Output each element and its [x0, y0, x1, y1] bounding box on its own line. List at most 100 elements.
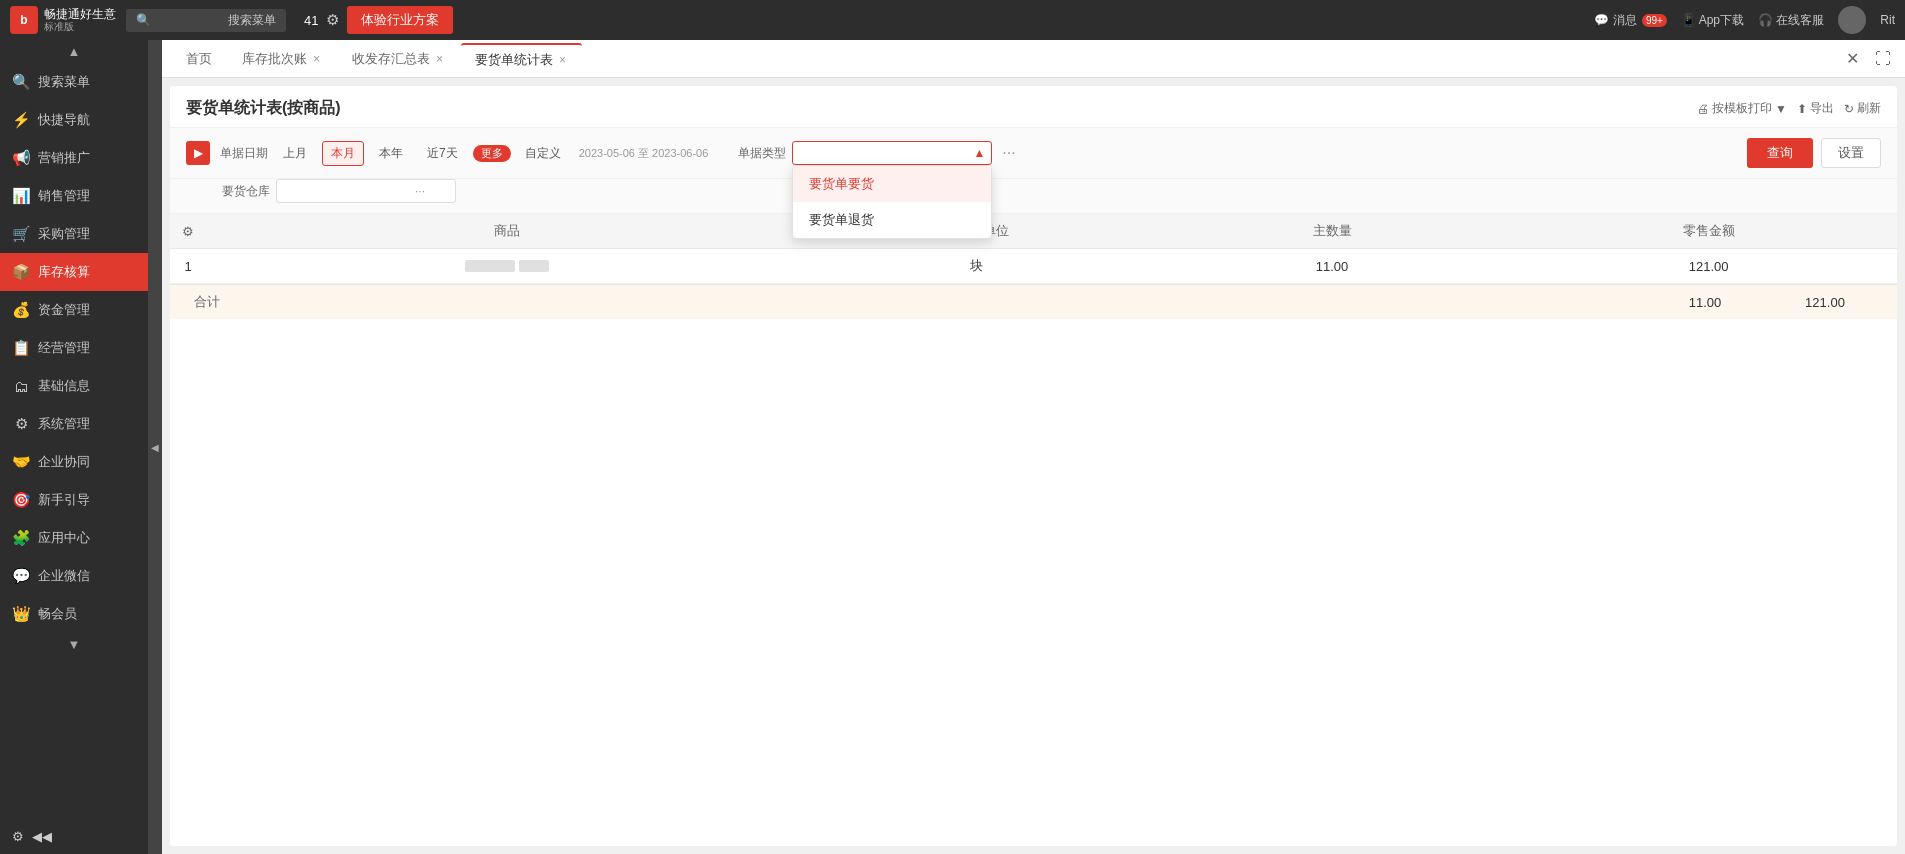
sidebar-item-operations[interactable]: 📋 经营管理 — [0, 329, 148, 367]
tab-receivable-summary-close[interactable]: × — [434, 52, 445, 66]
sidebar-item-label: 企业微信 — [38, 567, 90, 585]
sidebar-item-marketing[interactable]: 📢 营销推广 — [0, 139, 148, 177]
sidebar-item-label: 应用中心 — [38, 529, 90, 547]
marketing-icon: 📢 — [12, 149, 30, 167]
topbar-right: 💬 消息 99+ 📱 App下载 🎧 在线客服 Rit — [1594, 6, 1895, 34]
messages-badge: 99+ — [1642, 14, 1667, 27]
sidebar-item-label: 资金管理 — [38, 301, 90, 319]
download-icon: 📱 — [1681, 13, 1696, 27]
warehouse-more-icon[interactable]: ··· — [415, 184, 425, 198]
sidebar-item-label: 新手引导 — [38, 491, 90, 509]
filter-date-group: 单据日期 上月 本月 本年 近7天 更多 自定义 — [220, 141, 569, 166]
tabs-expand-icon[interactable]: ⛶ — [1871, 50, 1895, 68]
beginner-icon: 🎯 — [12, 491, 30, 509]
appcenter-icon: 🧩 — [12, 529, 30, 547]
dropdown-item-return[interactable]: 要货单退货 — [793, 202, 991, 238]
filter-type-select[interactable]: ▲ — [792, 141, 992, 165]
filter-warehouse-select[interactable]: ··· — [276, 179, 456, 203]
flash-icon: ⚡ — [12, 111, 30, 129]
avatar[interactable] — [1838, 6, 1866, 34]
filter-expand-btn[interactable]: ▶ — [186, 141, 210, 165]
enterprise-icon: 🤝 — [12, 453, 30, 471]
query-button[interactable]: 查询 — [1747, 138, 1813, 168]
sidebar-bottom: ⚙ ◀◀ — [0, 819, 148, 854]
messages-link[interactable]: 💬 消息 99+ — [1594, 12, 1667, 29]
tab-inventory-batch-label: 库存批次账 — [242, 50, 307, 68]
sidebar-item-finance[interactable]: 💰 资金管理 — [0, 291, 148, 329]
tab-receivable-summary[interactable]: 收发存汇总表 × — [338, 44, 459, 74]
content-area: 首页 库存批次账 × 收发存汇总表 × 要货单统计表 × ✕ ⛶ 要 — [162, 40, 1905, 854]
filter-row2: 要货仓库 ··· — [170, 179, 1897, 214]
tabs-bar: 首页 库存批次账 × 收发存汇总表 × 要货单统计表 × ✕ ⛶ — [162, 40, 1905, 78]
headset-icon: 🎧 — [1758, 13, 1773, 27]
settings-button[interactable]: 设置 — [1821, 138, 1881, 168]
filter-warehouse-label: 要货仓库 — [222, 183, 270, 200]
online-service-link[interactable]: 🎧 在线客服 — [1758, 12, 1824, 29]
date-btn-7days[interactable]: 近7天 — [418, 141, 467, 166]
sidebar-scroll-up[interactable]: ▲ — [0, 40, 148, 63]
refresh-link[interactable]: ↻ 刷新 — [1844, 100, 1881, 117]
filter-more-btn[interactable]: ··· — [1002, 144, 1015, 162]
sidebar-item-inventory[interactable]: 📦 库存核算 — [0, 253, 148, 291]
sidebar-item-label: 企业协同 — [38, 453, 90, 471]
sidebar-item-label: 搜索菜单 — [38, 73, 90, 91]
topbar-gear-icon[interactable]: ⚙ — [326, 11, 339, 29]
topbar-search[interactable]: 🔍 搜索菜单 — [126, 9, 286, 32]
dropdown-item-yh[interactable]: 要货单要货 — [793, 166, 991, 202]
sidebar-item-purchase[interactable]: 🛒 采购管理 — [0, 215, 148, 253]
type-dropdown-menu: 要货单要货 要货单退货 — [792, 165, 992, 239]
print-link[interactable]: 🖨 按模板打印 ▼ — [1697, 100, 1787, 117]
trial-button[interactable]: 体验行业方案 — [347, 6, 453, 34]
sidebar-settings-icon[interactable]: ⚙ — [12, 829, 24, 844]
filter-type-dropdown: ▲ 要货单要货 要货单退货 — [792, 141, 992, 165]
sidebar-item-member[interactable]: 👑 畅会员 — [0, 595, 148, 633]
export-link[interactable]: ⬆ 导出 — [1797, 100, 1834, 117]
sidebar-scroll-down[interactable]: ▼ — [0, 633, 148, 656]
date-range-display: 2023-05-06 至 2023-06-06 — [579, 146, 709, 161]
date-btn-last-month[interactable]: 上月 — [274, 141, 316, 166]
sidebar-item-wechat[interactable]: 💬 企业微信 — [0, 557, 148, 595]
sidebar-collapse-btn[interactable]: ◀ — [148, 40, 162, 854]
page-title: 要货单统计表(按商品) — [186, 98, 341, 119]
sidebar-item-label: 快捷导航 — [38, 111, 90, 129]
sidebar-item-label: 营销推广 — [38, 149, 90, 167]
filter-action-btns: 查询 设置 — [1747, 138, 1881, 168]
page-header-actions: 🖨 按模板打印 ▼ ⬆ 导出 ↻ 刷新 — [1697, 100, 1881, 117]
app-download-link[interactable]: 📱 App下载 — [1681, 12, 1744, 29]
tab-home[interactable]: 首页 — [172, 44, 226, 74]
sales-icon: 📊 — [12, 187, 30, 205]
sidebar-item-basicinfo[interactable]: 🗂 基础信息 — [0, 367, 148, 405]
filter-warehouse-group: 要货仓库 ··· — [222, 179, 456, 203]
tab-requisition-stats[interactable]: 要货单统计表 × — [461, 43, 582, 75]
sidebar-item-label: 经营管理 — [38, 339, 90, 357]
sidebar-item-system[interactable]: ⚙ 系统管理 — [0, 405, 148, 443]
filter-type-input[interactable] — [793, 142, 967, 164]
date-custom-btn[interactable]: 自定义 — [517, 142, 569, 165]
filter-type-arrow-icon[interactable]: ▲ — [967, 146, 991, 160]
sidebar-item-search[interactable]: 🔍 搜索菜单 — [0, 63, 148, 101]
tabs-close-all-icon[interactable]: ✕ — [1842, 49, 1863, 68]
sidebar-item-appcenter[interactable]: 🧩 应用中心 — [0, 519, 148, 557]
th-amount: 零售金额 — [1520, 214, 1897, 249]
date-btn-this-month[interactable]: 本月 — [322, 141, 364, 166]
sidebar-item-sales[interactable]: 📊 销售管理 — [0, 177, 148, 215]
row-product — [206, 249, 809, 284]
th-settings[interactable]: ⚙ — [170, 214, 206, 249]
sidebar-item-shortcuts[interactable]: ⚡ 快捷导航 — [0, 101, 148, 139]
system-icon: ⚙ — [12, 415, 30, 433]
date-more-btn[interactable]: 更多 — [473, 145, 511, 162]
basicinfo-icon: 🗂 — [12, 377, 30, 395]
sidebar-item-enterprise[interactable]: 🤝 企业协同 — [0, 443, 148, 481]
date-btn-this-year[interactable]: 本年 — [370, 141, 412, 166]
sidebar-item-beginner[interactable]: 🎯 新手引导 — [0, 481, 148, 519]
row-unit: 块 — [809, 249, 1144, 284]
tab-requisition-stats-close[interactable]: × — [557, 53, 568, 67]
tab-inventory-batch-close[interactable]: × — [311, 52, 322, 66]
sidebar: ▲ 🔍 搜索菜单 ⚡ 快捷导航 📢 营销推广 📊 销售管理 🛒 采购管理 📦 库… — [0, 40, 148, 854]
tab-inventory-batch[interactable]: 库存批次账 × — [228, 44, 336, 74]
sidebar-toggle-icon[interactable]: ◀◀ — [32, 829, 52, 844]
wechat-icon: 💬 — [12, 567, 30, 585]
search-icon: 🔍 — [12, 73, 30, 91]
topbar-num: 41 — [304, 13, 318, 28]
row-amount: 121.00 — [1520, 249, 1897, 284]
